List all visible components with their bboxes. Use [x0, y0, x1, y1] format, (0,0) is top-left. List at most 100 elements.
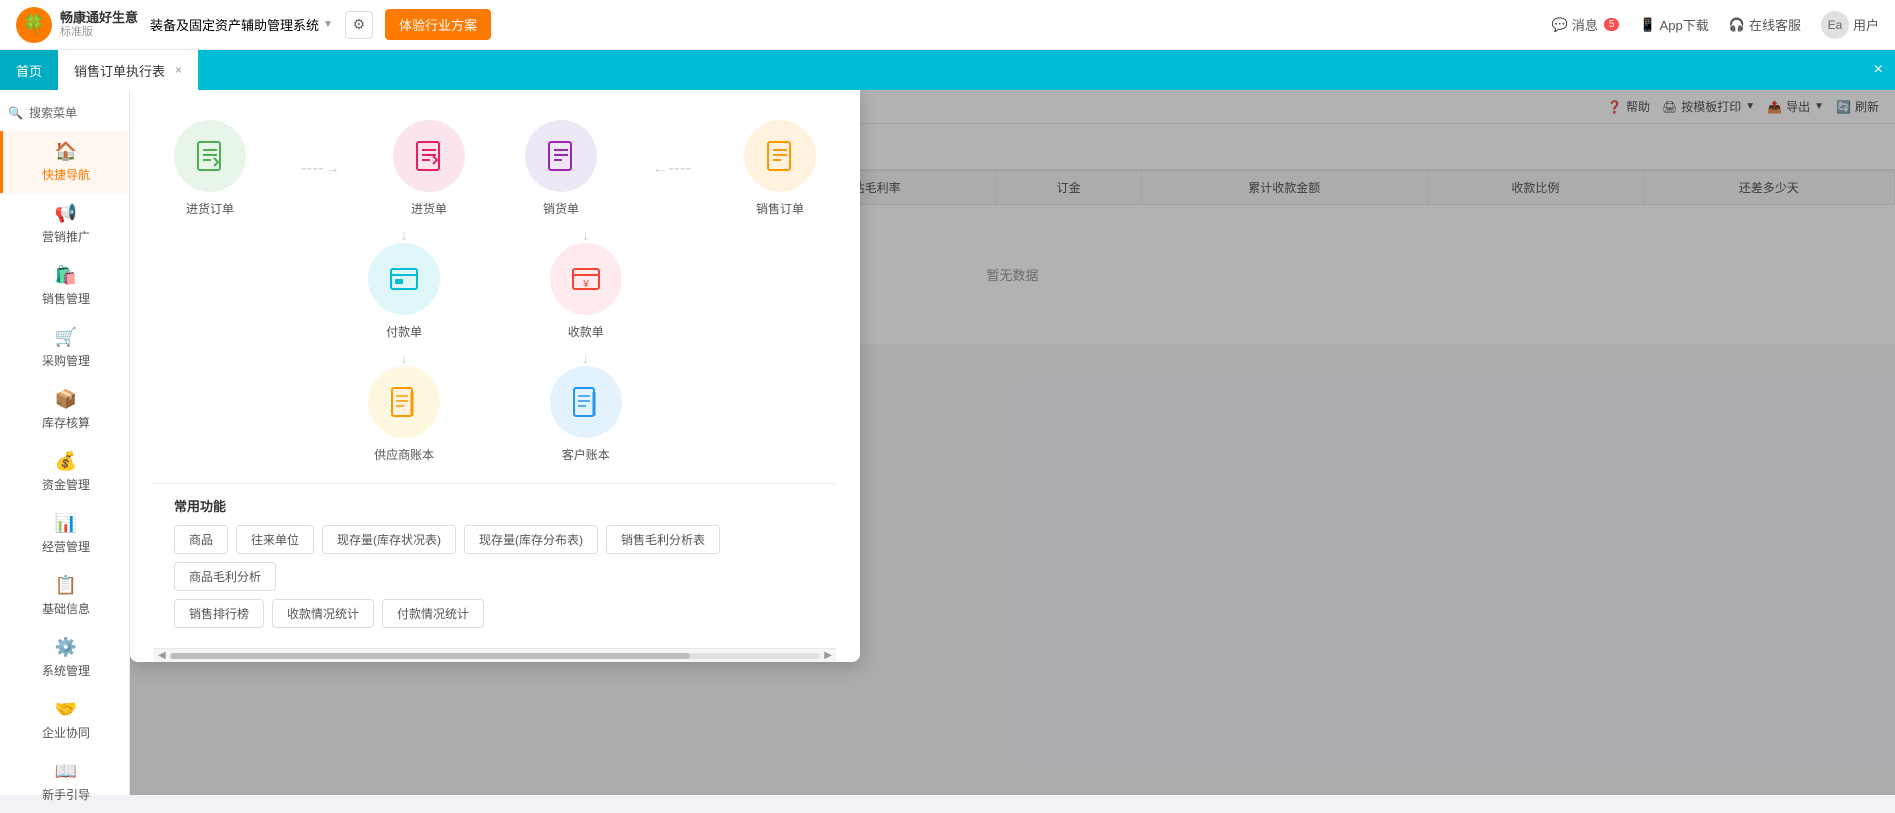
flow-diagram: 进货订单 - - - - →: [154, 110, 836, 483]
purchase-order-circle: [174, 120, 246, 192]
purchase-invoice-label: 进货单: [411, 200, 447, 217]
message-button[interactable]: 💬 消息 5: [1552, 15, 1620, 34]
search-menu-label: 搜索菜单: [29, 104, 77, 121]
flow-node-purchase-order[interactable]: 进货订单: [174, 120, 246, 217]
flow-node-sales-invoice[interactable]: 销货单: [525, 120, 597, 217]
func-btn-payment-stats[interactable]: 付款情况统计: [382, 599, 484, 628]
func-btn-receipt-stats[interactable]: 收款情况统计: [272, 599, 374, 628]
app-download-label: App下载: [1660, 15, 1709, 34]
supplier-ledger-circle: [368, 366, 440, 438]
common-functions: 常用功能 商品 往来单位 现存量(库存状况表) 现存量(库存分布表) 销售毛利分…: [154, 483, 836, 648]
header-left: 🍀 畅康通好生意 标准版 装备及固定资产辅助管理系统 ▼ ⚙ 体验行业方案: [16, 7, 491, 43]
func-btn-sales-gross[interactable]: 销售毛利分析表: [606, 525, 720, 554]
flow-node-receipt[interactable]: ¥ 收款单: [550, 243, 622, 340]
scroll-left-button[interactable]: ◀: [158, 650, 166, 661]
flow-node-sales-order[interactable]: 销售订单: [744, 120, 816, 217]
sidebar-label-quick-nav: 快捷导航: [42, 166, 90, 183]
logo-main: 畅康通好生意: [60, 10, 138, 26]
quick-guide-panel: 进货订单 - - - - →: [130, 90, 860, 662]
sidebar-item-operation[interactable]: 📊 经营管理: [0, 503, 129, 565]
newbie-icon: 📖: [55, 761, 77, 782]
phone-icon: 📱: [1639, 17, 1655, 33]
flow-node-purchase-invoice[interactable]: 进货单: [393, 120, 465, 217]
flow-node-payment[interactable]: 付款单: [368, 243, 440, 340]
headset-icon: 🎧: [1729, 17, 1745, 33]
down-arrow-purchase: ↓: [401, 227, 408, 243]
top-header: 🍀 畅康通好生意 标准版 装备及固定资产辅助管理系统 ▼ ⚙ 体验行业方案 💬 …: [0, 0, 1895, 50]
operation-icon: 📊: [55, 513, 77, 534]
payment-label: 付款单: [386, 323, 422, 340]
down-arrow-payment: ↓: [401, 350, 408, 366]
close-tab-icon[interactable]: ×: [175, 63, 182, 77]
svg-text:¥: ¥: [582, 279, 589, 290]
func-btn-stock-status[interactable]: 现存量(库存状况表): [322, 525, 456, 554]
sidebar-item-enterprise[interactable]: 🤝 企业协同: [0, 689, 129, 751]
down-arrow-sales: ↓: [582, 227, 589, 243]
sidebar-label-marketing: 营销推广: [42, 228, 90, 245]
sidebar-label-sales: 销售管理: [42, 290, 90, 307]
flow-node-customer-ledger[interactable]: 客户账本: [550, 366, 622, 463]
app-download-button[interactable]: 📱 App下载: [1639, 15, 1708, 34]
avatar: Ea: [1821, 11, 1849, 39]
scroll-thumb[interactable]: [170, 653, 690, 659]
sidebar: 🔍 搜索菜单 🏠 快捷导航 📢 营销推广 🛍️ 销售管理 🛒 采购管理 📦 库存…: [0, 90, 130, 795]
marketing-icon: 📢: [55, 203, 77, 224]
sidebar-label-system: 系统管理: [42, 662, 90, 679]
sidebar-label-basic-info: 基础信息: [42, 600, 90, 617]
arrow-sales-order-to-invoice: ← - - - -: [597, 160, 744, 178]
close-all-tabs-button[interactable]: ×: [1874, 61, 1883, 79]
func-btn-stock-dist[interactable]: 现存量(库存分布表): [464, 525, 598, 554]
sidebar-item-sales[interactable]: 🛍️ 销售管理: [0, 255, 129, 317]
system-title: 装备及固定资产辅助管理系统: [150, 15, 319, 34]
trial-button[interactable]: 体验行业方案: [385, 9, 491, 40]
sidebar-item-purchase[interactable]: 🛒 采购管理: [0, 317, 129, 379]
flow-node-supplier-ledger[interactable]: 供应商账本: [368, 366, 440, 463]
tab-sales-order-exec[interactable]: 销售订单执行表 ×: [58, 50, 198, 90]
flow-row-3: 供应商账本: [174, 366, 816, 463]
receipt-circle: ¥: [550, 243, 622, 315]
purchase-icon: 🛒: [55, 327, 77, 348]
nav-tabs: 首页 销售订单执行表 × ×: [0, 50, 1895, 90]
inventory-icon: 📦: [55, 389, 77, 410]
finance-icon: 💰: [55, 451, 77, 472]
user-menu[interactable]: Ea 用户: [1821, 11, 1879, 39]
message-icon: 💬: [1552, 17, 1568, 33]
sales-order-exec-label: 销售订单执行表: [74, 61, 165, 80]
search-menu-button[interactable]: 🔍 搜索菜单: [0, 98, 129, 127]
chevron-down-icon: ▼: [323, 19, 333, 30]
system-title-select[interactable]: 装备及固定资产辅助管理系统 ▼: [150, 15, 333, 34]
sidebar-item-newbie[interactable]: 📖 新手引导: [0, 751, 129, 813]
func-btn-contacts[interactable]: 往来单位: [236, 525, 314, 554]
common-functions-title: 常用功能: [174, 496, 816, 515]
arrow-purchase-order-to-invoice: - - - - →: [246, 160, 393, 178]
message-badge: 5: [1604, 18, 1620, 31]
tab-home[interactable]: 首页: [0, 50, 58, 90]
sidebar-label-purchase: 采购管理: [42, 352, 90, 369]
sales-order-label: 销售订单: [756, 200, 804, 217]
func-btn-sales-rank[interactable]: 销售排行榜: [174, 599, 264, 628]
func-btn-product-gross[interactable]: 商品毛利分析: [174, 562, 276, 591]
content-area: ❓ 帮助 🖨 按模板打印 ▼ 📤 导出 ▼ 🔄 刷新 📅 —: [130, 90, 1895, 795]
sidebar-item-marketing[interactable]: 📢 营销推广: [0, 193, 129, 255]
sales-invoice-circle: [525, 120, 597, 192]
purchase-order-label: 进货订单: [186, 200, 234, 217]
func-btn-product[interactable]: 商品: [174, 525, 228, 554]
sidebar-item-finance[interactable]: 💰 资金管理: [0, 441, 129, 503]
search-icon: 🔍: [8, 106, 23, 120]
sidebar-item-basic-info[interactable]: 📋 基础信息: [0, 565, 129, 627]
basic-info-icon: 📋: [55, 575, 77, 596]
scroll-track[interactable]: [170, 653, 821, 659]
scroll-area: ◀ ▶: [154, 648, 836, 662]
home-icon: 🏠: [55, 141, 77, 162]
online-service-button[interactable]: 🎧 在线客服: [1729, 15, 1801, 34]
sidebar-item-quick-nav[interactable]: 🏠 快捷导航: [0, 131, 129, 193]
sidebar-item-inventory[interactable]: 📦 库存核算: [0, 379, 129, 441]
function-btns-row2: 销售排行榜 收款情况统计 付款情况统计: [174, 599, 816, 628]
sidebar-item-system[interactable]: ⚙️ 系统管理: [0, 627, 129, 689]
home-tab-label: 首页: [16, 61, 42, 80]
message-label: 消息: [1572, 15, 1598, 34]
online-service-label: 在线客服: [1749, 15, 1801, 34]
settings-button[interactable]: ⚙: [345, 11, 373, 39]
scroll-right-button[interactable]: ▶: [824, 650, 832, 661]
customer-ledger-circle: [550, 366, 622, 438]
